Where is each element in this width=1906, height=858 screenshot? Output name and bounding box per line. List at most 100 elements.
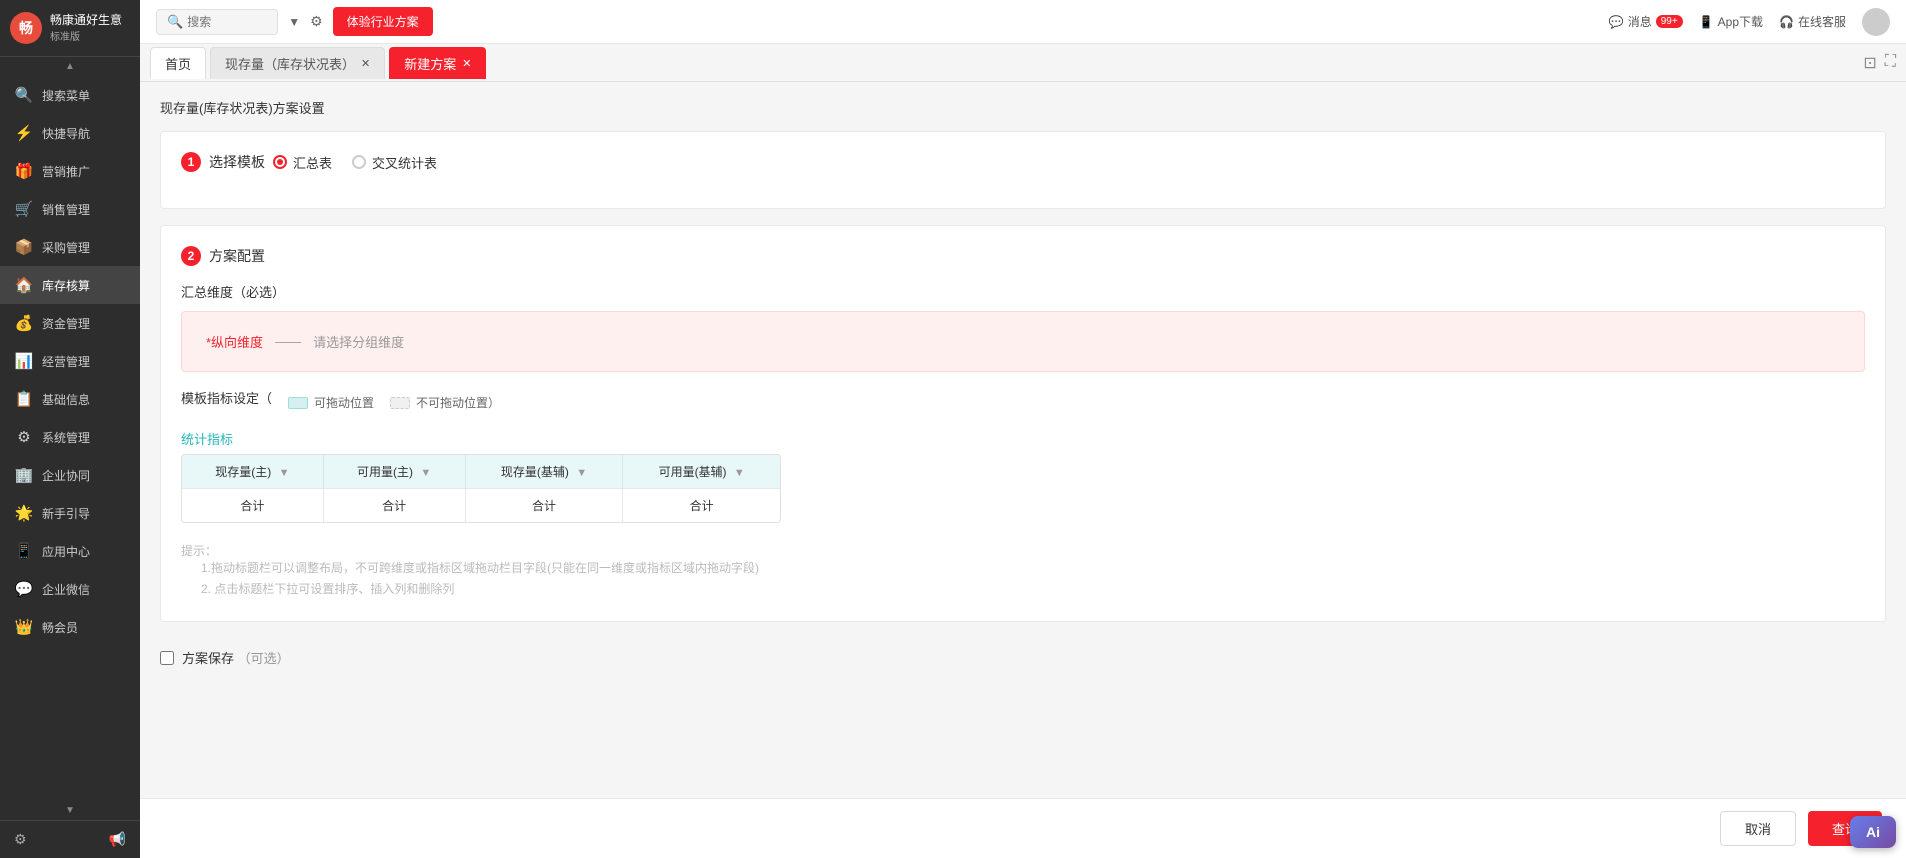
search-box[interactable]: 🔍 — [156, 9, 278, 35]
sidebar-item-inventory[interactable]: 🏠 库存核算 — [0, 266, 140, 304]
stats-table-inner: 现存量(主) ▼ 可用量(主) ▼ 现存量(基辅) ▼ — [182, 455, 780, 522]
app-version: 标准版 — [50, 28, 122, 43]
topbar: 🔍 ▼ ⚙ 体验行业方案 💬 消息 99+ 📱 App下载 🎧 在线客服 — [140, 0, 1906, 44]
sidebar-item-basic-info[interactable]: 📋 基础信息 — [0, 380, 140, 418]
main-area: 🔍 ▼ ⚙ 体验行业方案 💬 消息 99+ 📱 App下载 🎧 在线客服 — [140, 0, 1906, 858]
close-tab-new-plan[interactable]: ✕ — [462, 57, 471, 70]
sidebar-scroll-up[interactable]: ▲ — [0, 57, 140, 76]
message-button[interactable]: 💬 消息 99+ — [1609, 13, 1683, 30]
sidebar-item-operations[interactable]: 📊 经营管理 — [0, 342, 140, 380]
maximize-icon[interactable]: ⛶ — [1885, 53, 1896, 73]
sidebar-scroll-down[interactable]: ▼ — [0, 801, 140, 820]
money-icon: 💰 — [14, 314, 34, 332]
dimension-area: *纵向维度 —— 请选择分组维度 — [181, 311, 1865, 372]
col-current-aux[interactable]: 现存量(基辅) ▼ — [465, 455, 623, 489]
online-service-button[interactable]: 🎧 在线客服 — [1779, 13, 1846, 30]
settings-icon[interactable]: ⚙ — [14, 831, 27, 848]
cancel-button[interactable]: 取消 — [1720, 811, 1796, 846]
sidebar-item-vip[interactable]: 👑 畅会员 — [0, 608, 140, 646]
star-icon: 🌟 — [14, 504, 34, 522]
sidebar-item-search[interactable]: 🔍 搜索菜单 — [0, 76, 140, 114]
trial-industry-button[interactable]: 体验行业方案 — [333, 7, 433, 36]
template-radio-group: 汇总表 交叉统计表 — [273, 153, 437, 172]
indicator-section: 模板指标设定（ 可拖动位置 不可拖动位置） 统计指标 — [181, 388, 1865, 597]
tab-home[interactable]: 首页 — [150, 47, 206, 79]
clipboard-icon: 📋 — [14, 390, 34, 408]
message-badge: 99+ — [1656, 15, 1683, 28]
dropdown-icon-2[interactable]: ▼ — [576, 467, 587, 479]
sidebar-item-finance[interactable]: 💰 资金管理 — [0, 304, 140, 342]
legend-draggable: 可拖动位置 — [288, 394, 374, 411]
sidebar-item-enterprise[interactable]: 🏢 企业协同 — [0, 456, 140, 494]
building-icon: 🏢 — [14, 466, 34, 484]
search-icon: 🔍 — [167, 14, 183, 30]
app-download-button[interactable]: 📱 App下载 — [1699, 13, 1763, 30]
ai-button[interactable]: Ai — [1850, 816, 1896, 848]
cell-0-3: 合计 — [623, 489, 780, 523]
dropdown-arrow[interactable]: ▼ — [288, 15, 300, 29]
stats-label: 统计指标 — [181, 429, 1865, 448]
sidebar-item-marketing[interactable]: 🎁 营销推广 — [0, 152, 140, 190]
section-plan-config: 2 方案配置 汇总维度（必选） *纵向维度 —— 请选择分组维度 模板指标设定（ — [160, 225, 1886, 622]
search-input[interactable] — [187, 15, 267, 29]
dropdown-icon-3[interactable]: ▼ — [734, 467, 745, 479]
radio-summary[interactable]: 汇总表 — [273, 153, 332, 172]
close-tab-inventory[interactable]: ✕ — [361, 57, 370, 70]
sidebar-item-sales[interactable]: 🛒 销售管理 — [0, 190, 140, 228]
cell-0-0: 合计 — [182, 489, 323, 523]
lightning-icon: ⚡ — [14, 124, 34, 142]
sidebar-item-quick-nav[interactable]: ⚡ 快捷导航 — [0, 114, 140, 152]
radio-dot-cross — [352, 155, 366, 169]
col-current-main[interactable]: 现存量(主) ▼ — [182, 455, 323, 489]
page-content: 现存量(库存状况表)方案设置 1 选择模板 汇总表 交叉统计表 — [140, 82, 1906, 798]
dimension-config: 汇总维度（必选） *纵向维度 —— 请选择分组维度 — [181, 282, 1865, 372]
legend-not-draggable: 不可拖动位置） — [390, 394, 500, 411]
table-row: 合计 合计 合计 合计 — [182, 489, 780, 523]
save-checkbox[interactable] — [160, 651, 174, 665]
chart-icon: 📊 — [14, 352, 34, 370]
tips-label: 提示： — [181, 544, 217, 558]
mobile-icon: 📱 — [14, 542, 34, 560]
sidebar-item-app-center[interactable]: 📱 应用中心 — [0, 532, 140, 570]
section2-header: 2 方案配置 — [181, 246, 1865, 266]
tips-section: 提示： 1.拖动标题栏可以调整布局，不可跨维度或指标区域拖动栏目字段(只能在同一… — [181, 542, 1865, 597]
dropdown-icon-1[interactable]: ▼ — [420, 467, 431, 479]
crown-icon: 👑 — [14, 618, 34, 636]
topbar-left: 🔍 ▼ ⚙ 体验行业方案 — [156, 7, 433, 36]
tip-1: 1.拖动标题栏可以调整布局，不可跨维度或指标区域拖动栏目字段(只能在同一维度或指… — [181, 559, 1865, 576]
dimension-required: *纵向维度 — [206, 332, 263, 351]
user-avatar[interactable] — [1862, 8, 1890, 36]
tab-inventory-status[interactable]: 现存量（库存状况表） ✕ — [210, 47, 385, 79]
tab-new-plan[interactable]: 新建方案 ✕ — [389, 47, 486, 79]
gear-icon[interactable]: ⚙ — [310, 13, 323, 30]
speaker-icon[interactable]: 📢 — [109, 831, 126, 848]
section1-title: 选择模板 — [209, 152, 265, 172]
sidebar-item-newcomer[interactable]: 🌟 新手引导 — [0, 494, 140, 532]
download-icon: 📱 — [1699, 15, 1714, 29]
draggable-box — [288, 397, 308, 409]
tabbar: 首页 现存量（库存状况表） ✕ 新建方案 ✕ ⊡ ⛶ — [140, 44, 1906, 82]
not-draggable-box — [390, 397, 410, 409]
dropdown-icon-0[interactable]: ▼ — [279, 467, 290, 479]
cart-icon: 🛒 — [14, 200, 34, 218]
gear-icon: ⚙ — [14, 428, 34, 446]
sidebar-item-wechat[interactable]: 💬 企业微信 — [0, 570, 140, 608]
gift-icon: 🎁 — [14, 162, 34, 180]
dimension-line: —— — [275, 334, 301, 349]
sidebar-item-purchase[interactable]: 📦 采购管理 — [0, 228, 140, 266]
headset-icon: 🎧 — [1779, 15, 1794, 29]
section2-number: 2 — [181, 246, 201, 266]
save-option: 方案保存 （可选） — [160, 638, 1886, 677]
message-icon: 💬 — [1609, 15, 1624, 29]
sidebar-item-system[interactable]: ⚙ 系统管理 — [0, 418, 140, 456]
topbar-right: 💬 消息 99+ 📱 App下载 🎧 在线客服 — [1609, 8, 1890, 36]
sidebar-footer: ⚙ 📢 — [0, 820, 140, 858]
table-header-row: 现存量(主) ▼ 可用量(主) ▼ 现存量(基辅) ▼ — [182, 455, 780, 489]
col-available-aux[interactable]: 可用量(基辅) ▼ — [623, 455, 780, 489]
col-available-main[interactable]: 可用量(主) ▼ — [323, 455, 465, 489]
minimize-icon[interactable]: ⊡ — [1863, 53, 1876, 73]
radio-cross[interactable]: 交叉统计表 — [352, 153, 437, 172]
search-icon: 🔍 — [14, 86, 34, 104]
section1-number: 1 — [181, 152, 201, 172]
page-title: 现存量(库存状况表)方案设置 — [160, 98, 1886, 117]
